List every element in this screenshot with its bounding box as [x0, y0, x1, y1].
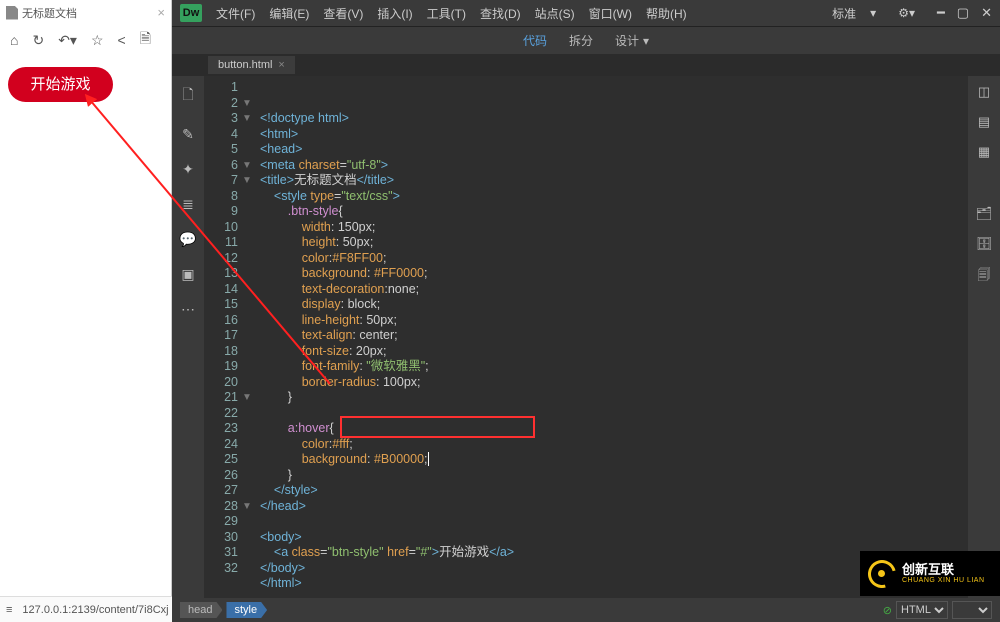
- chevron-down-icon: ▾: [643, 34, 649, 48]
- layout-label[interactable]: 标准: [832, 5, 856, 22]
- code-editor[interactable]: 1234567891011121314151617181920212223242…: [204, 76, 968, 598]
- view-bar: 代码 拆分 设计 ▾: [172, 26, 1000, 54]
- menu-window[interactable]: 窗口(W): [589, 5, 632, 22]
- menu-edit[interactable]: 编辑(E): [269, 5, 309, 22]
- file-icon[interactable]: 🗋: [182, 84, 193, 108]
- file-tab[interactable]: button.html ×: [208, 56, 295, 74]
- fold-gutter[interactable]: ▼▼▼▼▼▼: [242, 76, 254, 598]
- view-split[interactable]: 拆分: [569, 32, 593, 49]
- menu-bar: Dw 文件(F) 编辑(E) 查看(V) 插入(I) 工具(T) 查找(D) 站…: [172, 0, 1000, 26]
- start-game-button[interactable]: 开始游戏: [8, 67, 113, 102]
- home-icon[interactable]: ⌂: [10, 32, 18, 48]
- minimize-icon[interactable]: ━: [937, 5, 945, 21]
- error-icon[interactable]: ⊘: [883, 604, 892, 617]
- document-icon[interactable]: 🗎: [140, 28, 151, 52]
- comment-icon[interactable]: 💬: [179, 231, 196, 248]
- line-numbers: 1234567891011121314151617181920212223242…: [204, 76, 242, 598]
- panel3-icon[interactable]: ▦: [978, 144, 990, 160]
- tab-close-icon[interactable]: ×: [157, 5, 165, 20]
- status-bar: head style ⊘ HTML: [172, 598, 1000, 622]
- assets-icon[interactable]: 🗄: [976, 236, 993, 252]
- breadcrumb-head[interactable]: head: [180, 602, 222, 618]
- menu-insert[interactable]: 插入(I): [377, 5, 412, 22]
- box-icon[interactable]: ▣: [181, 266, 194, 283]
- corp-logo: 创新互联 CHUANG XIN HU LIAN: [860, 551, 1000, 596]
- wand-icon[interactable]: ✦: [182, 161, 194, 178]
- menu-icon[interactable]: ≡: [6, 604, 12, 616]
- logo-cn: 创新互联: [902, 563, 985, 577]
- right-toolbar: ◫ ▤ ▦ 🗂 🗄 🗐: [968, 76, 1000, 598]
- browser-status-bar: ≡ 127.0.0.1:2139/content/7i8Cxj: [0, 596, 172, 622]
- code-content[interactable]: <!doctype html><html><head><meta charset…: [254, 76, 968, 598]
- undo-dropdown-icon[interactable]: ↶▾: [58, 32, 77, 49]
- library-icon[interactable]: 🗂: [976, 206, 993, 222]
- layers-icon[interactable]: ≣: [182, 196, 194, 213]
- logo-en: CHUANG XIN HU LIAN: [902, 577, 985, 584]
- view-code[interactable]: 代码: [523, 32, 547, 49]
- view-design[interactable]: 设计 ▾: [615, 32, 649, 49]
- menu-tools[interactable]: 工具(T): [427, 5, 466, 22]
- menu-help[interactable]: 帮助(H): [646, 5, 687, 22]
- breadcrumb-style[interactable]: style: [226, 602, 267, 618]
- menu-site[interactable]: 站点(S): [535, 5, 575, 22]
- browser-nav-bar: ⌂ ↻ ↶▾ ☆ < 🗎: [0, 25, 171, 55]
- preview-viewport: 开始游戏: [0, 55, 171, 114]
- back-icon[interactable]: <: [118, 32, 126, 48]
- browser-tab[interactable]: 无标题文档 ×: [0, 0, 171, 25]
- menu-file[interactable]: 文件(F): [216, 5, 255, 22]
- close-tab-icon[interactable]: ×: [278, 59, 284, 71]
- browser-tab-title: 无标题文档: [22, 5, 77, 21]
- more-icon[interactable]: ⋯: [181, 301, 195, 318]
- browser-preview-panel: 无标题文档 × ⌂ ↻ ↶▾ ☆ < 🗎 开始游戏: [0, 0, 172, 622]
- file-tab-bar: button.html ×: [172, 54, 1000, 76]
- star-icon[interactable]: ☆: [91, 32, 104, 49]
- close-icon[interactable]: ✕: [981, 5, 992, 21]
- menu-view[interactable]: 查看(V): [323, 5, 363, 22]
- dropdown-icon[interactable]: ▾: [870, 6, 876, 20]
- editor-row: 🗋 ✎ ✦ ≣ 💬 ▣ ⋯ 12345678910111213141516171…: [172, 76, 1000, 598]
- address-text: 127.0.0.1:2139/content/7i8Cxj: [22, 604, 168, 616]
- brush-icon[interactable]: ✎: [182, 126, 194, 143]
- file-tab-label: button.html: [218, 59, 272, 71]
- left-toolbar: 🗋 ✎ ✦ ≣ 💬 ▣ ⋯: [172, 76, 204, 598]
- encoding-select[interactable]: HTML: [896, 601, 948, 619]
- ins-select[interactable]: [952, 601, 992, 619]
- reload-icon[interactable]: ↻: [32, 32, 44, 49]
- document-icon: [6, 6, 18, 20]
- dreamweaver-window: Dw 文件(F) 编辑(E) 查看(V) 插入(I) 工具(T) 查找(D) 站…: [172, 0, 1000, 622]
- logo-mark-icon: [868, 560, 896, 588]
- menu-find[interactable]: 查找(D): [480, 5, 521, 22]
- panel-icon[interactable]: ◫: [978, 84, 990, 100]
- maximize-icon[interactable]: ▢: [957, 5, 969, 21]
- snippet-icon[interactable]: 🗐: [978, 266, 991, 288]
- gear-icon[interactable]: ⚙▾: [898, 6, 915, 20]
- panel2-icon[interactable]: ▤: [978, 114, 990, 130]
- dw-logo-icon: Dw: [180, 4, 202, 22]
